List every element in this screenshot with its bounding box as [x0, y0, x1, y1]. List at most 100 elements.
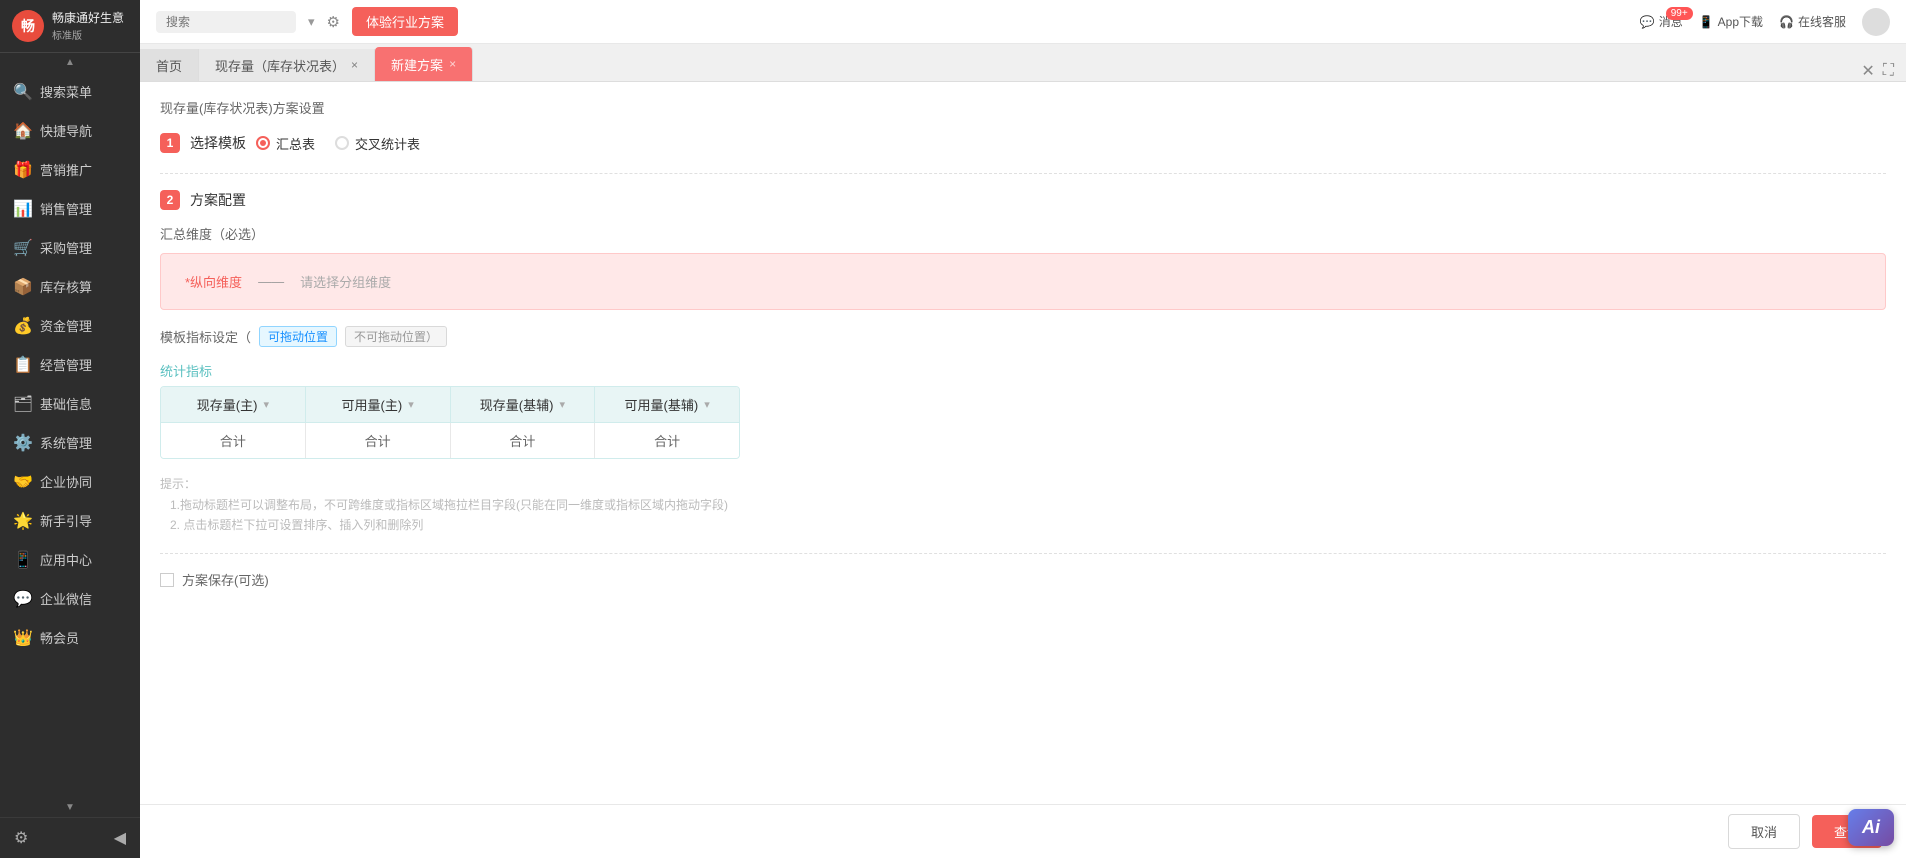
col1-label: 现存量(主) [197, 395, 258, 414]
tabs-bar: 首页 现存量（库存状况表） × 新建方案 × ✕ ⛶ [140, 44, 1906, 82]
stats-col4-header[interactable]: 可用量(基辅) ▾ [595, 387, 739, 422]
message-button[interactable]: 💬 消息 99+ [1640, 13, 1683, 30]
user-avatar[interactable] [1862, 8, 1890, 36]
search-input[interactable] [156, 11, 296, 33]
footer-bar: 取消 查询 [140, 804, 1906, 858]
sidebar-item-marketing[interactable]: 🎁 营销推广 [0, 150, 140, 189]
tab-inventory-close-icon[interactable]: × [351, 58, 358, 72]
stats-col-2: 可用量(主) ▾ [306, 387, 451, 422]
tab-new-plan-label: 新建方案 [391, 55, 443, 74]
sidebar-item-system[interactable]: ⚙️ 系统管理 [0, 423, 140, 462]
stats-table-header: 现存量(主) ▾ 可用量(主) ▾ 现存量(基辅 [161, 387, 739, 423]
stats-table: 现存量(主) ▾ 可用量(主) ▾ 现存量(基辅 [160, 386, 740, 459]
section1-divider [160, 173, 1886, 174]
sidebar-item-label: 系统管理 [40, 433, 92, 452]
sidebar-item-search[interactable]: 🔍 搜索菜单 [0, 72, 140, 111]
settings-footer-icon[interactable]: ⚙ [14, 828, 28, 848]
tab-home[interactable]: 首页 [140, 49, 199, 81]
template-options: 汇总表 交叉统计表 [256, 134, 420, 153]
headset-icon: 🎧 [1779, 15, 1794, 29]
col4-label: 可用量(基辅) [625, 395, 699, 414]
sidebar-scroll-down[interactable]: ▼ [0, 798, 140, 817]
handshake-icon: 🤝 [14, 473, 32, 491]
col2-label: 可用量(主) [342, 395, 403, 414]
stats-col1-header[interactable]: 现存量(主) ▾ [161, 387, 305, 422]
sidebar-item-label: 经营管理 [40, 355, 92, 374]
folder-icon: 🗂 [14, 395, 32, 413]
main-area: ▾ ⚙ 体验行业方案 💬 消息 99+ 📱 App下载 🎧 在线客服 首页 [140, 0, 1906, 858]
sidebar-item-label: 应用中心 [40, 550, 92, 569]
sidebar-item-management[interactable]: 📋 经营管理 [0, 345, 140, 384]
stats-body-cell-1: 合计 [161, 423, 306, 458]
radio-summary-label: 汇总表 [276, 134, 315, 153]
dim-placeholder: 请选择分组维度 [300, 272, 391, 291]
sidebar-item-label: 企业协同 [40, 472, 92, 491]
hint-section: 提示： 1.拖动标题栏可以调整布局，不可跨维度或指标区域拖拉栏目字段(只能在同一… [160, 475, 1886, 533]
radio-summary-circle [256, 136, 270, 150]
stats-col2-header[interactable]: 可用量(主) ▾ [306, 387, 450, 422]
tab-new-plan-close-icon[interactable]: × [449, 57, 456, 71]
section1-title: 选择模板 [190, 133, 246, 153]
scroll-up-btn[interactable]: ▲ [65, 57, 75, 68]
summary-dimension-label: 汇总维度（必选） [160, 224, 1886, 243]
chat-icon: 💬 [14, 590, 32, 608]
online-service-button[interactable]: 🎧 在线客服 [1779, 13, 1846, 30]
box-icon: 📦 [14, 278, 32, 296]
app-logo-icon: 畅 [12, 10, 44, 42]
content-area: 现存量(库存状况表)方案设置 1 选择模板 汇总表 交叉统计表 [140, 82, 1906, 804]
scroll-down-btn[interactable]: ▼ [65, 802, 75, 813]
expand-window-icon[interactable]: ⛶ [1883, 62, 1894, 80]
sidebar-item-label: 畅会员 [40, 628, 79, 647]
sidebar-nav: 🔍 搜索菜单 🏠 快捷导航 🎁 营销推广 📊 销售管理 🛒 采购管理 📦 库存核… [0, 72, 140, 798]
cancel-button[interactable]: 取消 [1728, 814, 1800, 849]
sidebar-item-label: 搜索菜单 [40, 82, 92, 101]
sidebar-item-finance[interactable]: 💰 资金管理 [0, 306, 140, 345]
sidebar-item-newguide[interactable]: 🌟 新手引导 [0, 501, 140, 540]
dimension-row[interactable]: *纵向维度 —— 请选择分组维度 [160, 253, 1886, 310]
sidebar-item-weixin[interactable]: 💬 企业微信 [0, 579, 140, 618]
sidebar-item-purchase[interactable]: 🛒 采购管理 [0, 228, 140, 267]
cart-icon: 🛒 [14, 239, 32, 257]
hint-title: 提示： [160, 475, 1886, 492]
topbar-gear-icon[interactable]: ⚙ [327, 13, 340, 31]
col1-arrow-icon: ▾ [263, 398, 269, 411]
trial-plan-button[interactable]: 体验行业方案 [352, 7, 458, 36]
sidebar-item-basic[interactable]: 🗂 基础信息 [0, 384, 140, 423]
tab-new-plan[interactable]: 新建方案 × [375, 47, 473, 81]
search-icon: 🔍 [14, 83, 32, 101]
close-window-icon[interactable]: ✕ [1861, 61, 1874, 81]
sidebar-item-member[interactable]: 👑 畅会员 [0, 618, 140, 657]
home-icon: 🏠 [14, 122, 32, 140]
stats-body-cell-3: 合计 [451, 423, 596, 458]
tab-inventory-status[interactable]: 现存量（库存状况表） × [199, 49, 375, 81]
save-checkbox[interactable] [160, 573, 174, 587]
app-name: 畅康通好生意 [52, 10, 124, 27]
chat-bubble-icon: 💬 [1640, 15, 1655, 29]
star-icon: 🌟 [14, 512, 32, 530]
section1-number: 1 [160, 133, 180, 153]
radio-cross[interactable]: 交叉统计表 [335, 134, 420, 153]
radio-summary[interactable]: 汇总表 [256, 134, 315, 153]
message-badge: 99+ [1666, 7, 1693, 20]
col2-arrow-icon: ▾ [408, 398, 414, 411]
sidebar-scroll-up[interactable]: ▲ [0, 53, 140, 72]
app-name-block: 畅康通好生意 标准版 [52, 10, 124, 42]
sidebar-item-quicknav[interactable]: 🏠 快捷导航 [0, 111, 140, 150]
app-download-button[interactable]: 📱 App下载 [1699, 13, 1763, 30]
dropdown-arrow-icon[interactable]: ▾ [308, 14, 315, 30]
indicator-label: 模板指标设定（ 可拖动位置 不可拖动位置） [160, 326, 1886, 347]
section1-header: 1 选择模板 汇总表 交叉统计表 [160, 133, 1886, 153]
draggable-tag: 可拖动位置 [259, 326, 337, 347]
section-plan-config: 2 方案配置 汇总维度（必选） *纵向维度 —— 请选择分组维度 模板指标设定（… [160, 190, 1886, 533]
sidebar-item-enterprise[interactable]: 🤝 企业协同 [0, 462, 140, 501]
stats-col3-header[interactable]: 现存量(基辅) ▾ [451, 387, 595, 422]
ai-badge[interactable]: Ai [1848, 809, 1894, 846]
sidebar-item-inventory[interactable]: 📦 库存核算 [0, 267, 140, 306]
page-title: 现存量(库存状况表)方案设置 [160, 98, 1886, 117]
required-marker: *纵向维度 [185, 272, 242, 291]
volume-footer-icon[interactable]: ◀ [114, 828, 126, 848]
tab-window-controls: ✕ ⛶ [1849, 61, 1906, 81]
sidebar-item-appcenter[interactable]: 📱 应用中心 [0, 540, 140, 579]
section2-number: 2 [160, 190, 180, 210]
sidebar-item-sales[interactable]: 📊 销售管理 [0, 189, 140, 228]
